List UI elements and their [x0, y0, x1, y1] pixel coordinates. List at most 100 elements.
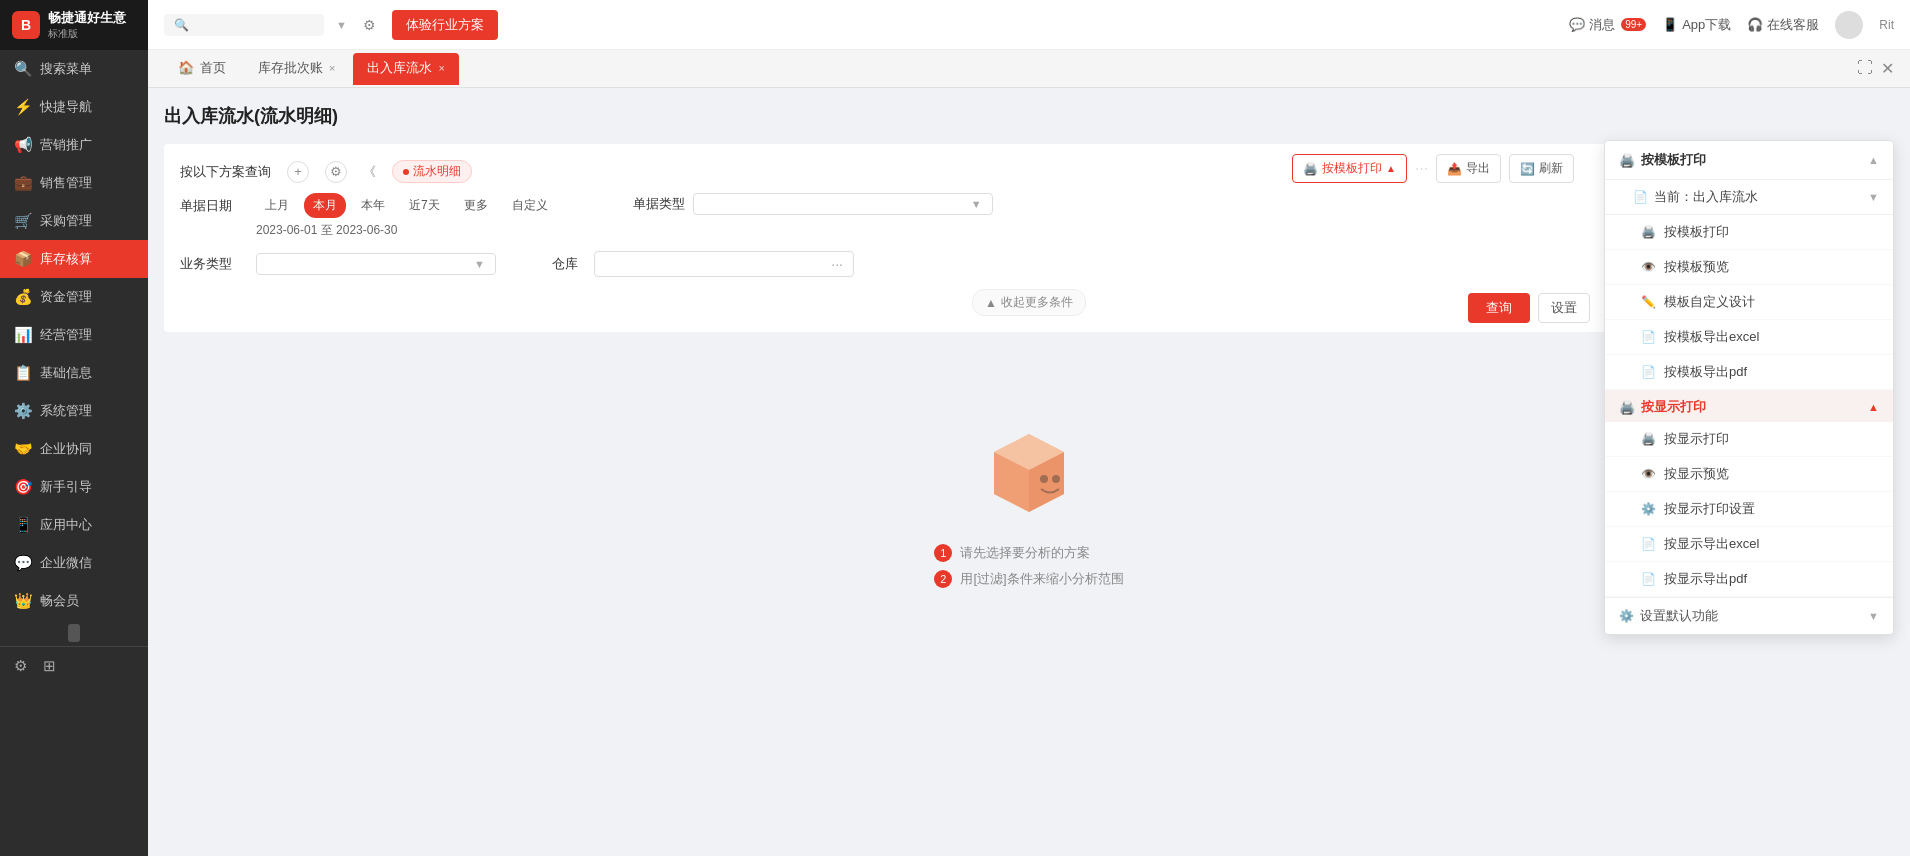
sidebar-item-inventory[interactable]: 📦 库存核算: [0, 240, 148, 278]
topbar-search-box[interactable]: 🔍: [164, 14, 324, 36]
dropdown-item-template-excel[interactable]: 📄 按模板导出excel: [1605, 320, 1893, 355]
tab-home[interactable]: 🏠 首页: [164, 53, 240, 85]
handshake-icon: 🤝: [14, 440, 32, 458]
tag-dot: [403, 169, 409, 175]
tab-close-icon[interactable]: ✕: [1881, 59, 1894, 78]
sidebar-item-label: 采购管理: [40, 212, 92, 230]
date-7days[interactable]: 近7天: [400, 193, 449, 218]
sidebar-item-wechat[interactable]: 💬 企业微信: [0, 544, 148, 582]
dropdown-collapse-icon[interactable]: ▲: [1868, 154, 1879, 166]
dropdown-item-template-preview[interactable]: 👁️ 按模板预览: [1605, 250, 1893, 285]
edit-icon: ✏️: [1641, 295, 1656, 309]
date-this-month[interactable]: 本月: [304, 193, 346, 218]
sidebar-item-purchase[interactable]: 🛒 采购管理: [0, 202, 148, 240]
user-avatar[interactable]: [1835, 11, 1863, 39]
warehouse-select[interactable]: ···: [594, 251, 854, 277]
date-last-month[interactable]: 上月: [256, 193, 298, 218]
sidebar-item-enterprise[interactable]: 🤝 企业协同: [0, 430, 148, 468]
topbar-gear-icon[interactable]: ⚙: [363, 17, 376, 33]
settings-icon: ⚙️: [1641, 502, 1656, 516]
biz-type-select[interactable]: ▼: [256, 253, 496, 275]
footer-label: ⚙️ 设置默认功能: [1619, 607, 1718, 625]
sidebar-item-label: 畅会员: [40, 592, 79, 610]
message-icon: 💬: [1569, 17, 1585, 32]
date-more[interactable]: 更多: [455, 193, 497, 218]
dropdown-item-display-excel[interactable]: 📄 按显示导出excel: [1605, 527, 1893, 562]
collapse-button[interactable]: ▲ 收起更多条件: [972, 289, 1086, 316]
sidebar-item-vip[interactable]: 👑 畅会员: [0, 582, 148, 620]
sidebar-item-app-center[interactable]: 📱 应用中心: [0, 506, 148, 544]
refresh-button[interactable]: 🔄 刷新: [1509, 154, 1574, 183]
topbar: 🔍 ▼ ⚙ 体验行业方案 💬 消息 99+ 📱 App下载 🎧 在线客服 Rit: [148, 0, 1910, 50]
sidebar-item-label: 企业协同: [40, 440, 92, 458]
dropdown-item-template-pdf[interactable]: 📄 按模板导出pdf: [1605, 355, 1893, 390]
sidebar-item-label: 应用中心: [40, 516, 92, 534]
cart-icon: 🛒: [14, 212, 32, 230]
tab-maximize-icon[interactable]: ⛶: [1857, 59, 1873, 78]
tab-close-batch[interactable]: ×: [329, 62, 335, 74]
dropdown-footer[interactable]: ⚙️ 设置默认功能 ▼: [1605, 597, 1893, 634]
print-dropdown-panel: 🖨️ 按模板打印 ▲ 📄 当前：出入库流水 ▼ 🖨️ 按模板打印 👁️: [1604, 140, 1894, 635]
dropdown-current-item[interactable]: 📄 当前：出入库流水 ▼: [1605, 180, 1893, 215]
empty-step-1: 1 请先选择要分析的方案: [934, 544, 1123, 562]
dropdown-item-display-print[interactable]: 🖨️ 按显示打印: [1605, 422, 1893, 457]
settings-icon[interactable]: ⚙: [14, 657, 27, 675]
display-section-header: 🖨️ 按显示打印 ▲: [1605, 390, 1893, 422]
message-button[interactable]: 💬 消息 99+: [1569, 16, 1646, 34]
date-custom[interactable]: 自定义: [503, 193, 557, 218]
tab-close-flow[interactable]: ×: [438, 62, 444, 74]
trial-button[interactable]: 体验行业方案: [392, 10, 498, 40]
date-this-year[interactable]: 本年: [352, 193, 394, 218]
sidebar-scroll-down[interactable]: [68, 624, 80, 642]
sidebar-item-operation[interactable]: 📊 经营管理: [0, 316, 148, 354]
footer-arrow-icon[interactable]: ▼: [1868, 610, 1879, 622]
target-icon: 🎯: [14, 478, 32, 496]
biz-type-label: 业务类型: [180, 255, 240, 273]
sidebar-item-label: 库存核算: [40, 250, 92, 268]
sidebar-item-system[interactable]: ⚙️ 系统管理: [0, 392, 148, 430]
app-download-button[interactable]: 📱 App下载: [1662, 16, 1731, 34]
online-service-button[interactable]: 🎧 在线客服: [1747, 16, 1819, 34]
svg-point-5: [1052, 475, 1060, 483]
export-icon: 📤: [1447, 162, 1462, 176]
clipboard-icon: 📋: [14, 364, 32, 382]
sidebar-item-quick-nav[interactable]: ⚡ 快捷导航: [0, 88, 148, 126]
tab-batch-account[interactable]: 库存批次账 ×: [244, 53, 349, 85]
setting-button[interactable]: 设置: [1538, 293, 1590, 323]
empty-steps: 1 请先选择要分析的方案 2 用[过滤]条件来缩小分析范围: [934, 544, 1123, 588]
filter-tag[interactable]: 流水明细: [392, 160, 472, 183]
sidebar-item-search[interactable]: 🔍 搜索菜单: [0, 50, 148, 88]
tab-flow[interactable]: 出入库流水 ×: [353, 53, 458, 85]
filter-collapse-icon[interactable]: 《: [363, 163, 376, 181]
export-button[interactable]: 📤 导出: [1436, 154, 1501, 183]
search-dropdown-icon[interactable]: ▼: [336, 19, 347, 31]
dropdown-item-template-design[interactable]: ✏️ 模板自定义设计: [1605, 285, 1893, 320]
sidebar-item-basic[interactable]: 📋 基础信息: [0, 354, 148, 392]
svg-point-4: [1040, 475, 1048, 483]
filter-setting-button[interactable]: ⚙: [325, 161, 347, 183]
sidebar-item-marketing[interactable]: 📢 营销推广: [0, 126, 148, 164]
query-button[interactable]: 查询: [1468, 293, 1530, 323]
warehouse-more-icon[interactable]: ···: [831, 256, 843, 272]
sidebar-item-finance[interactable]: 💰 资金管理: [0, 278, 148, 316]
date-label: 单据日期: [180, 197, 240, 215]
dropdown-item-display-preview[interactable]: 👁️ 按显示预览: [1605, 457, 1893, 492]
display-section-collapse-icon[interactable]: ▲: [1868, 401, 1879, 413]
dropdown-item-display-pdf[interactable]: 📄 按显示导出pdf: [1605, 562, 1893, 597]
crown-icon: 👑: [14, 592, 32, 610]
main-area: 🔍 ▼ ⚙ 体验行业方案 💬 消息 99+ 📱 App下载 🎧 在线客服 Rit: [148, 0, 1910, 856]
dropdown-item-template-print[interactable]: 🖨️ 按模板打印: [1605, 215, 1893, 250]
sidebar-item-guide[interactable]: 🎯 新手引导: [0, 468, 148, 506]
sidebar-item-sales[interactable]: 💼 销售管理: [0, 164, 148, 202]
filter-label: 按以下方案查询: [180, 163, 271, 181]
dropdown-item-display-settings[interactable]: ⚙️ 按显示打印设置: [1605, 492, 1893, 527]
topbar-search-input[interactable]: [195, 18, 275, 32]
search-icon: 🔍: [174, 18, 189, 32]
print-button[interactable]: 🖨️ 按模板打印 ▲: [1292, 154, 1407, 183]
megaphone-icon: 📢: [14, 136, 32, 154]
filter-add-button[interactable]: +: [287, 161, 309, 183]
collapse-sidebar-icon[interactable]: ⊞: [43, 657, 56, 675]
doc-type-select[interactable]: ▼: [693, 193, 993, 215]
display-print-icon: 🖨️: [1619, 400, 1635, 415]
sidebar-item-label: 经营管理: [40, 326, 92, 344]
